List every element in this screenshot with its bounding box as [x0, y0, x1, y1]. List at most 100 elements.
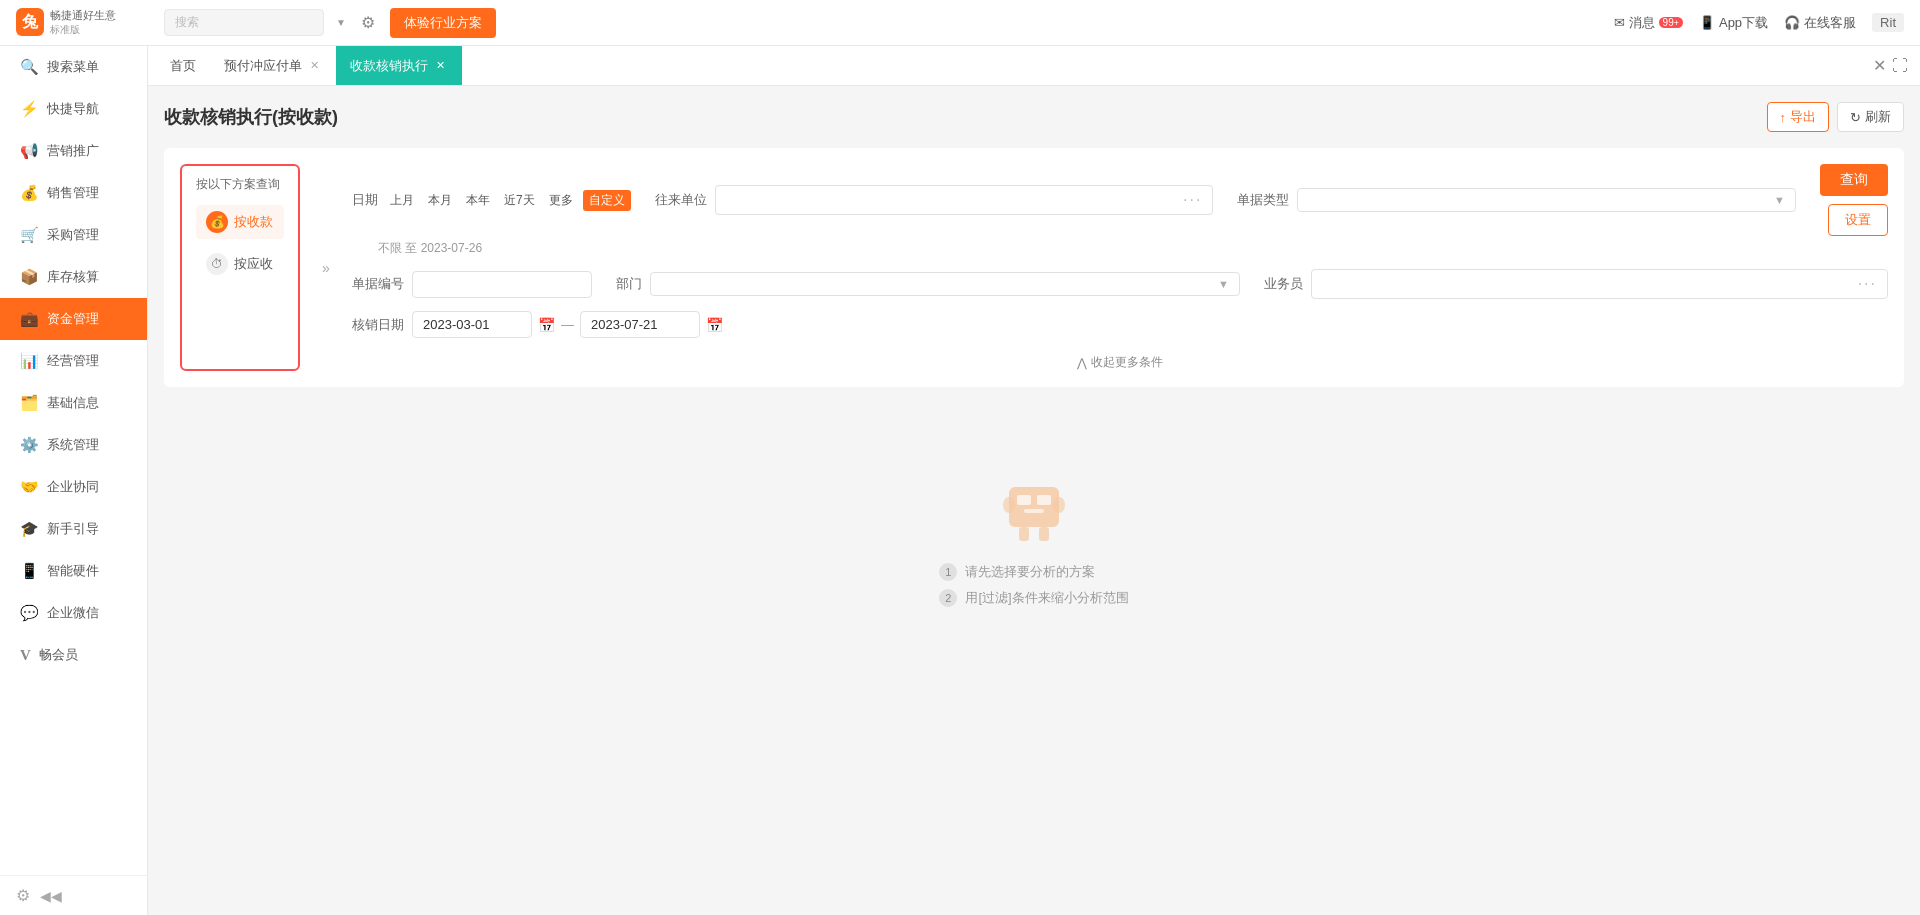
tab-bar: 首页 预付冲应付单 ✕ 收款核销执行 ✕ ✕ ⛶ — [148, 46, 1920, 86]
sidebar-label: 畅会员 — [39, 646, 78, 664]
sidebar-item-system[interactable]: ⚙️ 系统管理 — [0, 424, 147, 466]
writeoff-cal-from-icon[interactable]: 📅 — [538, 317, 555, 333]
sidebar-item-enterprise[interactable]: 🤝 企业协同 — [0, 466, 147, 508]
sidebar-item-wechat[interactable]: 💬 企业微信 — [0, 592, 147, 634]
receivable-icon: ⏱ — [206, 253, 228, 275]
gear-icon[interactable]: ⚙ — [354, 9, 382, 37]
dept-select[interactable]: ▼ — [650, 272, 1240, 296]
sidebar-item-member[interactable]: V 畅会员 — [0, 634, 147, 676]
filter-salesman-field: 业务员 ··· — [1264, 269, 1888, 299]
top-header: 兔 畅捷通好生意 标准版 搜索 ▼ ⚙ 体验行业方案 ✉ 消息 99+ 📱 Ap… — [0, 0, 1920, 46]
dept-dropdown-icon: ▼ — [1218, 278, 1229, 290]
tab-prepay-label: 预付冲应付单 — [224, 57, 302, 75]
writeoff-cal-to-icon[interactable]: 📅 — [706, 317, 723, 333]
svg-rect-5 — [1039, 527, 1049, 541]
tip-num-2: 2 — [939, 589, 957, 607]
refresh-icon: ↻ — [1850, 110, 1861, 125]
query-button[interactable]: 查询 — [1820, 164, 1888, 196]
sidebar-label: 快捷导航 — [47, 100, 99, 118]
salesman-dots-icon: ··· — [1858, 275, 1877, 293]
partner-input[interactable]: ··· — [715, 185, 1214, 215]
filter-row-1: 日期 上月 本月 本年 近7天 更多 自定义 往来单位 — [352, 164, 1888, 236]
online-service-button[interactable]: 🎧 在线客服 — [1784, 14, 1856, 32]
message-label: 消息 — [1629, 14, 1655, 32]
marketing-icon: 📢 — [20, 142, 39, 160]
tab-prepay-close-icon[interactable]: ✕ — [308, 58, 321, 73]
sidebar-item-quick-nav[interactable]: ⚡ 快捷导航 — [0, 88, 147, 130]
sidebar-settings-icon[interactable]: ⚙ — [16, 886, 30, 905]
date-btn-this-year[interactable]: 本年 — [462, 190, 494, 211]
tab-writeoff-close-icon[interactable]: ✕ — [434, 58, 447, 73]
date-no-limit-hint: 不限 至 2023-07-26 — [378, 240, 1888, 257]
sidebar: 🔍 搜索菜单 ⚡ 快捷导航 📢 营销推广 💰 销售管理 🛒 采购管理 📦 库存核… — [0, 46, 148, 915]
filter-option-by-receivable[interactable]: ⏱ 按应收 — [196, 247, 284, 281]
tab-home-label: 首页 — [170, 57, 196, 75]
partner-dots-icon: ··· — [1183, 191, 1202, 209]
bill-no-input[interactable] — [412, 271, 592, 298]
tab-home[interactable]: 首页 — [156, 46, 210, 85]
base-info-icon: 🗂️ — [20, 394, 39, 412]
date-btn-7days[interactable]: 近7天 — [500, 190, 539, 211]
app-download-button[interactable]: 📱 App下载 — [1699, 14, 1768, 32]
sidebar-label: 销售管理 — [47, 184, 99, 202]
filter-date-field: 日期 上月 本月 本年 近7天 更多 自定义 — [352, 190, 631, 211]
app-logo-icon: 兔 — [16, 8, 44, 36]
header-search-bar[interactable]: 搜索 — [164, 9, 324, 36]
filter-option-receipt-label: 按收款 — [234, 213, 273, 231]
sidebar-item-guide[interactable]: 🎓 新手引导 — [0, 508, 147, 550]
tab-prepay[interactable]: 预付冲应付单 ✕ — [210, 46, 336, 85]
sidebar-item-ops[interactable]: 📊 经营管理 — [0, 340, 147, 382]
page-actions: ↑ 导出 ↻ 刷新 — [1767, 102, 1905, 132]
finance-icon: 💼 — [20, 310, 39, 328]
sidebar-item-hardware[interactable]: 📱 智能硬件 — [0, 550, 147, 592]
writeoff-date-label: 核销日期 — [352, 316, 404, 334]
sidebar-item-sales[interactable]: 💰 销售管理 — [0, 172, 147, 214]
bill-type-select[interactable]: ▼ — [1297, 188, 1796, 212]
sidebar-item-marketing[interactable]: 📢 营销推广 — [0, 130, 147, 172]
sidebar-label: 企业微信 — [47, 604, 99, 622]
filter-actions: 查询 设置 — [1820, 164, 1888, 236]
solution-button[interactable]: 体验行业方案 — [390, 8, 496, 38]
date-btn-last-month[interactable]: 上月 — [386, 190, 418, 211]
salesman-input[interactable]: ··· — [1311, 269, 1888, 299]
filter-option-by-receipt[interactable]: 💰 按收款 — [196, 205, 284, 239]
sidebar-label: 系统管理 — [47, 436, 99, 454]
filter-partner-field: 往来单位 ··· — [655, 185, 1214, 215]
collapse-more-button[interactable]: ⋀ 收起更多条件 — [1077, 354, 1163, 371]
date-btn-more[interactable]: 更多 — [545, 190, 577, 211]
sidebar-item-purchase[interactable]: 🛒 采购管理 — [0, 214, 147, 256]
bill-type-dropdown-icon: ▼ — [1774, 194, 1785, 206]
settings-button[interactable]: 设置 — [1828, 204, 1888, 236]
salesman-label: 业务员 — [1264, 275, 1303, 293]
tab-close-all-icon[interactable]: ✕ — [1873, 56, 1886, 75]
filter-dept-field: 部门 ▼ — [616, 272, 1240, 296]
sidebar-item-inventory[interactable]: 📦 库存核算 — [0, 256, 147, 298]
sidebar-item-search-menu[interactable]: 🔍 搜索菜单 — [0, 46, 147, 88]
purchase-icon: 🛒 — [20, 226, 39, 244]
user-info[interactable]: Rit — [1872, 13, 1904, 32]
date-btn-this-month[interactable]: 本月 — [424, 190, 456, 211]
export-button[interactable]: ↑ 导出 — [1767, 102, 1830, 132]
sidebar-label: 新手引导 — [47, 520, 99, 538]
filter-area: 按以下方案查询 💰 按收款 ⏱ 按应收 » 日期 — [164, 148, 1904, 387]
tab-writeoff[interactable]: 收款核销执行 ✕ — [336, 46, 462, 85]
sidebar-label: 基础信息 — [47, 394, 99, 412]
export-icon: ↑ — [1780, 110, 1787, 125]
writeoff-date-from-input[interactable] — [412, 311, 532, 338]
message-button[interactable]: ✉ 消息 99+ — [1614, 14, 1683, 32]
writeoff-date-range: 📅 — 📅 — [412, 311, 723, 338]
filter-row-3: 核销日期 📅 — 📅 — [352, 311, 1888, 338]
writeoff-date-to-input[interactable] — [580, 311, 700, 338]
tab-maximize-icon[interactable]: ⛶ — [1892, 57, 1908, 75]
refresh-button[interactable]: ↻ 刷新 — [1837, 102, 1904, 132]
filter-collapse-button[interactable]: » — [316, 164, 336, 371]
empty-state: 1 请先选择要分析的方案 2 用[过滤]条件来缩小分析范围 — [164, 387, 1904, 687]
header-dropdown-arrow-icon[interactable]: ▼ — [336, 17, 346, 28]
empty-tip-1: 1 请先选择要分析的方案 — [939, 563, 1128, 581]
filter-scheme-title: 按以下方案查询 — [196, 176, 284, 193]
tab-actions: ✕ ⛶ — [1873, 56, 1912, 75]
date-btn-custom[interactable]: 自定义 — [583, 190, 631, 211]
sidebar-item-finance[interactable]: 💼 资金管理 — [0, 298, 147, 340]
sidebar-collapse-icon[interactable]: ◀◀ — [40, 888, 62, 904]
sidebar-item-base-info[interactable]: 🗂️ 基础信息 — [0, 382, 147, 424]
